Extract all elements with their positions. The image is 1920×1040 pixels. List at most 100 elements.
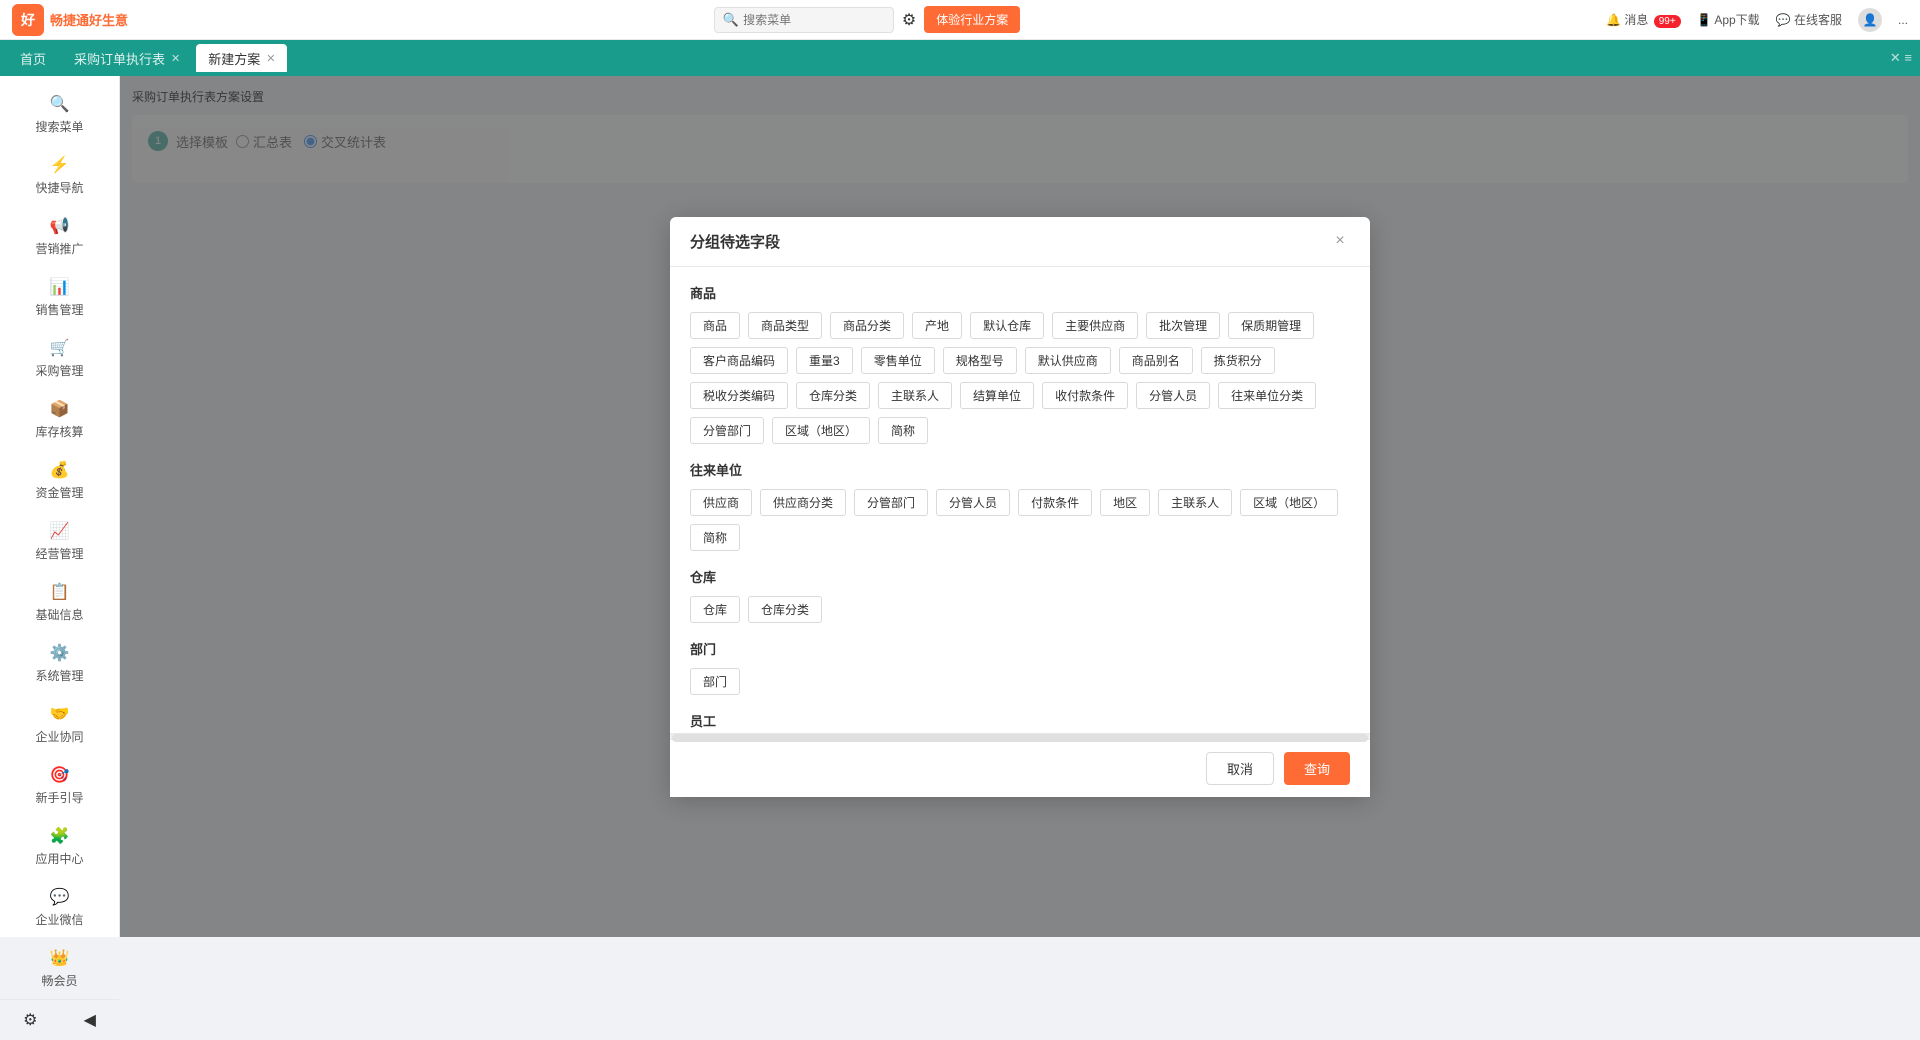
tab-purchase-order[interactable]: 采购订单执行表 ✕: [62, 44, 192, 72]
tab-purchase-close[interactable]: ✕: [171, 52, 180, 65]
sidebar-item-sales[interactable]: 📊 销售管理: [0, 267, 119, 328]
search-input-wrap[interactable]: 🔍: [714, 7, 894, 33]
sidebar-collapse-icon[interactable]: ◀: [84, 1010, 96, 1030]
field-tag[interactable]: 重量3: [796, 347, 853, 374]
sidebar-item-operation[interactable]: 📈 经营管理: [0, 511, 119, 572]
app-download[interactable]: 📱 App下载: [1697, 11, 1760, 28]
search-icon: 🔍: [723, 12, 739, 28]
field-tag[interactable]: 供应商: [690, 489, 752, 516]
field-tag[interactable]: 区域（地区）: [772, 417, 870, 444]
sidebar-item-finance[interactable]: 💰 资金管理: [0, 450, 119, 511]
field-tag[interactable]: 零售单位: [861, 347, 935, 374]
field-grid-dept: 部门: [690, 668, 1350, 695]
sidebar-operation-label: 经营管理: [35, 545, 83, 562]
tab-new-scheme-close[interactable]: ✕: [266, 52, 275, 65]
field-tag[interactable]: 商品类型: [748, 312, 822, 339]
field-grid-partner: 供应商 供应商分类 分管部门 分管人员 付款条件 地区 主联系人 区域（地区） …: [690, 489, 1350, 551]
sidebar-item-quicknav[interactable]: ⚡ 快捷导航: [0, 145, 119, 206]
field-tag[interactable]: 简称: [878, 417, 928, 444]
field-tag[interactable]: 区域（地区）: [1240, 489, 1338, 516]
field-tag[interactable]: 供应商分类: [760, 489, 846, 516]
field-tag[interactable]: 批次管理: [1146, 312, 1220, 339]
user-name: ...: [1898, 13, 1908, 27]
sidebar-item-member[interactable]: 👑 畅会员: [0, 938, 119, 999]
sidebar-collab-label: 企业协同: [35, 728, 83, 745]
sidebar-item-appstore[interactable]: 🧩 应用中心: [0, 816, 119, 877]
online-service[interactable]: 💬 在线客服: [1776, 11, 1842, 28]
sidebar-item-inventory[interactable]: 📦 库存核算: [0, 389, 119, 450]
tab-new-scheme[interactable]: 新建方案 ✕: [196, 44, 287, 72]
finance-icon: 💰: [50, 460, 70, 480]
notice-badge: 99+: [1654, 15, 1681, 28]
field-tag[interactable]: 分管人员: [1136, 382, 1210, 409]
field-tag[interactable]: 仓库分类: [748, 596, 822, 623]
field-tag[interactable]: 主联系人: [878, 382, 952, 409]
field-tag[interactable]: 分管人员: [936, 489, 1010, 516]
field-tag[interactable]: 付款条件: [1018, 489, 1092, 516]
user-avatar[interactable]: 👤: [1858, 8, 1882, 32]
search-input[interactable]: [743, 13, 863, 27]
field-tag[interactable]: 仓库分类: [796, 382, 870, 409]
modal-footer: 取消 查询: [670, 739, 1370, 797]
tab-home[interactable]: 首页: [8, 44, 58, 72]
sidebar-item-basic[interactable]: 📋 基础信息: [0, 572, 119, 633]
field-tag[interactable]: 商品别名: [1119, 347, 1193, 374]
sidebar-item-purchase[interactable]: 🛒 采购管理: [0, 328, 119, 389]
sidebar-item-system[interactable]: ⚙️ 系统管理: [0, 633, 119, 694]
sidebar-settings-icon[interactable]: ⚙: [23, 1010, 37, 1030]
field-tag[interactable]: 部门: [690, 668, 740, 695]
field-grid-warehouse: 仓库 仓库分类: [690, 596, 1350, 623]
field-tag[interactable]: 简称: [690, 524, 740, 551]
notice-label: 消息: [1624, 13, 1648, 27]
sidebar-item-search[interactable]: 🔍 搜索菜单: [0, 84, 119, 145]
experience-button[interactable]: 体验行业方案: [924, 6, 1020, 33]
field-tag[interactable]: 主要供应商: [1052, 312, 1138, 339]
section-title-goods: 商品: [690, 283, 1350, 302]
header-search: 🔍 ⚙ 体验行业方案: [714, 6, 1020, 33]
field-tag[interactable]: 保质期管理: [1228, 312, 1314, 339]
logo-icon: 好: [12, 4, 44, 36]
settings-icon[interactable]: ⚙: [902, 10, 916, 30]
field-tag[interactable]: 结算单位: [960, 382, 1034, 409]
modal-scrollbar-bottom[interactable]: [670, 733, 1370, 739]
field-tag[interactable]: 规格型号: [943, 347, 1017, 374]
modal-title: 分组待选字段: [690, 231, 780, 252]
field-tag[interactable]: 税收分类编码: [690, 382, 788, 409]
system-icon: ⚙️: [50, 643, 70, 663]
sidebar: 🔍 搜索菜单 ⚡ 快捷导航 📢 营销推广 📊 销售管理 🛒 采购管理 📦 库存核…: [0, 76, 120, 937]
inventory-icon: 📦: [50, 399, 70, 419]
field-tag[interactable]: 客户商品编码: [690, 347, 788, 374]
field-tag[interactable]: 默认仓库: [970, 312, 1044, 339]
field-tag[interactable]: 地区: [1100, 489, 1150, 516]
confirm-button[interactable]: 查询: [1284, 752, 1350, 785]
field-tag[interactable]: 拣货积分: [1201, 347, 1275, 374]
content-area: 采购订单执行表方案设置 1 选择模板 汇总表 交叉统计表: [120, 76, 1920, 937]
field-tag[interactable]: 默认供应商: [1025, 347, 1111, 374]
field-grid-goods: 商品 商品类型 商品分类 产地 默认仓库 主要供应商 批次管理 保质期管理 客户…: [690, 312, 1350, 444]
sidebar-item-guide[interactable]: 🎯 新手引导: [0, 755, 119, 816]
field-tag[interactable]: 分管部门: [690, 417, 764, 444]
sidebar-sales-label: 销售管理: [35, 301, 83, 318]
field-tag[interactable]: 产地: [912, 312, 962, 339]
field-tag[interactable]: 主联系人: [1158, 489, 1232, 516]
logo-area: 好 畅捷通好生意: [12, 4, 128, 36]
tab-bar-close[interactable]: ✕ ≡: [1890, 50, 1912, 66]
notice-area[interactable]: 🔔 消息 99+: [1606, 11, 1681, 28]
modal-close-button[interactable]: ×: [1330, 231, 1350, 251]
sidebar-system-label: 系统管理: [35, 667, 83, 684]
field-tag[interactable]: 往来单位分类: [1218, 382, 1316, 409]
field-tag[interactable]: 收付款条件: [1042, 382, 1128, 409]
field-tag[interactable]: 商品分类: [830, 312, 904, 339]
sidebar-item-marketing[interactable]: 📢 营销推广: [0, 206, 119, 267]
sidebar-item-collab[interactable]: 🤝 企业协同: [0, 694, 119, 755]
sidebar-item-wechat[interactable]: 💬 企业微信: [0, 877, 119, 938]
wechat-icon: 💬: [50, 887, 70, 907]
appstore-icon: 🧩: [50, 826, 70, 846]
sidebar-quicknav-label: 快捷导航: [35, 179, 83, 196]
member-icon: 👑: [50, 948, 70, 968]
field-tag[interactable]: 商品: [690, 312, 740, 339]
cancel-button[interactable]: 取消: [1206, 752, 1274, 785]
section-title-partner: 往来单位: [690, 460, 1350, 479]
field-tag[interactable]: 分管部门: [854, 489, 928, 516]
field-tag[interactable]: 仓库: [690, 596, 740, 623]
